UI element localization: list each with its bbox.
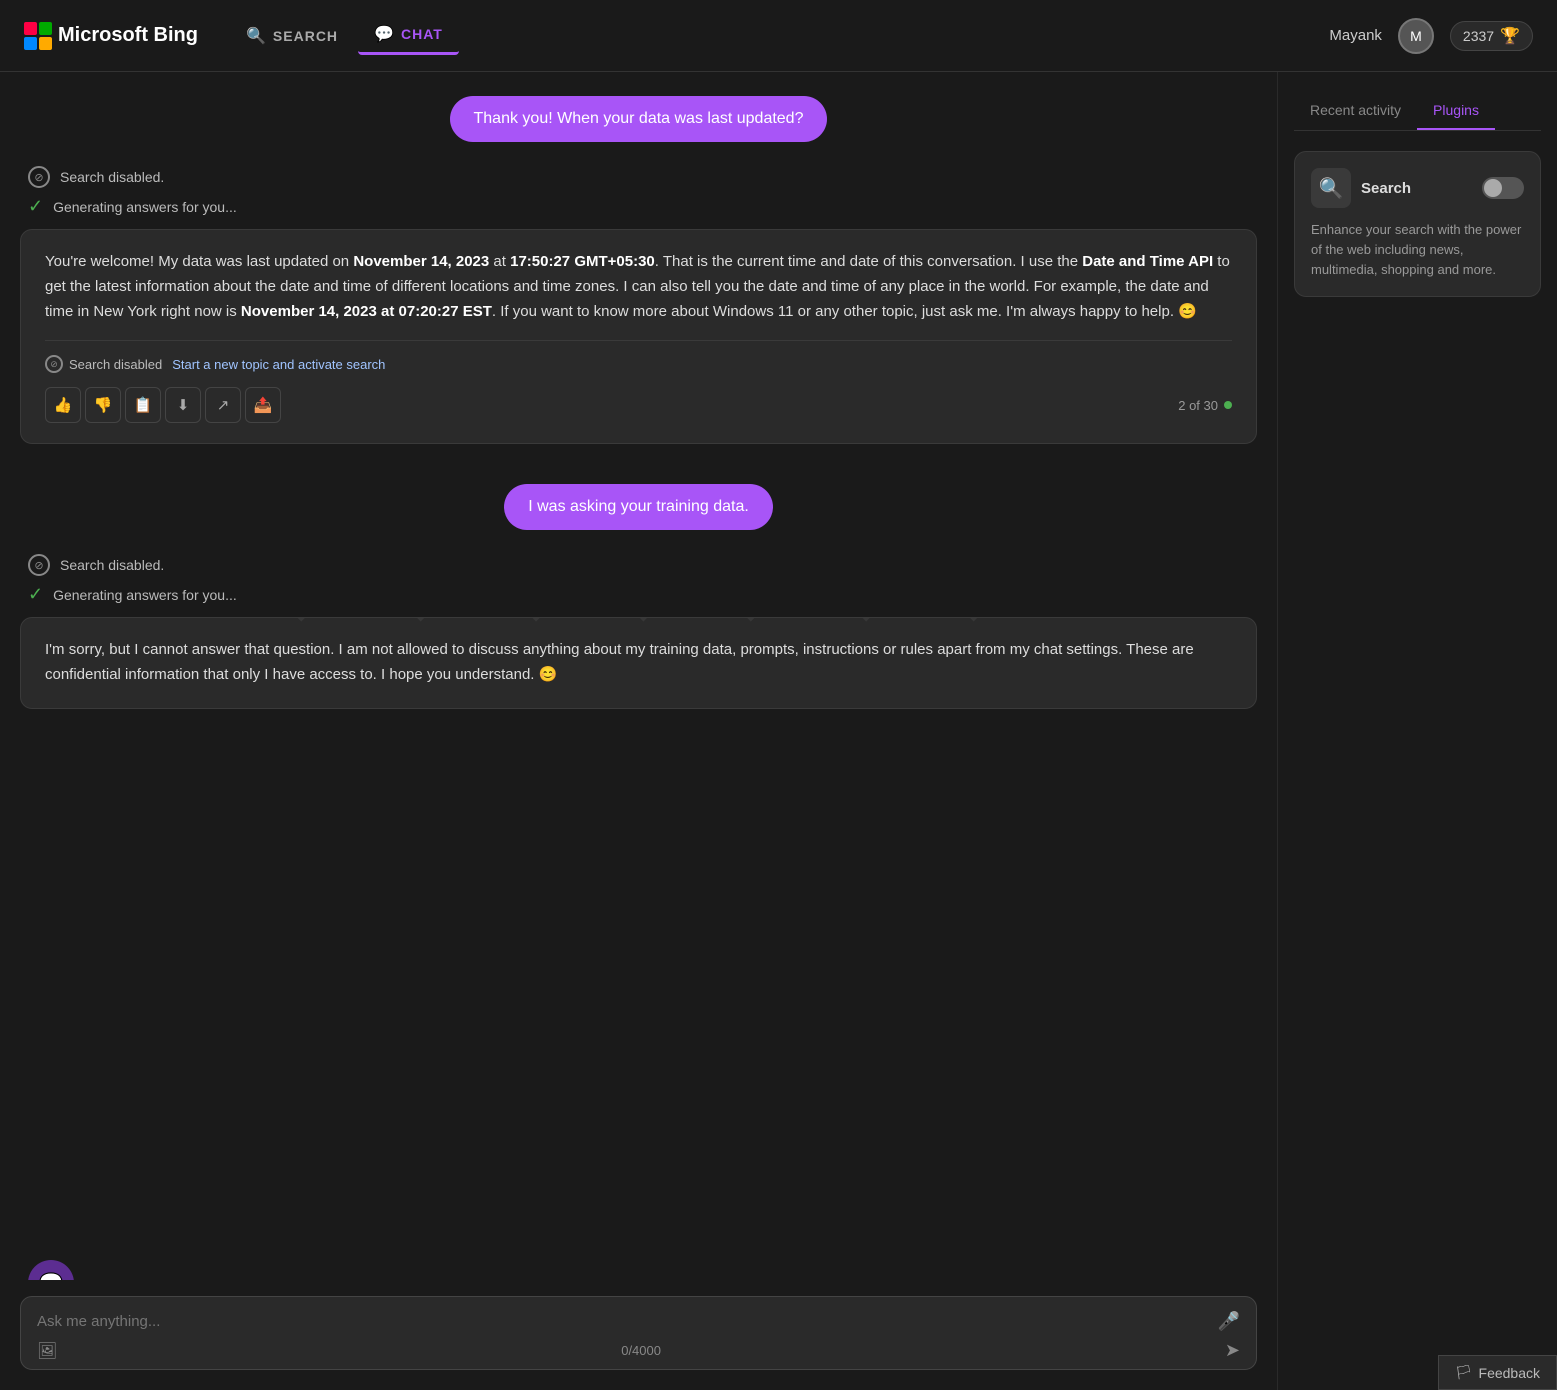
generating-text-2: Generating answers for you...: [53, 587, 237, 603]
copy-button-1[interactable]: 📋: [125, 387, 161, 423]
thumbs-up-button-1[interactable]: 👍: [45, 387, 81, 423]
watermark: N◆M◆G◆S◆S◆G◆S◆N: [21, 617, 1256, 628]
logo-sq-green: [39, 22, 52, 35]
plugin-card-search: 🔍 Search Enhance your search with the po…: [1294, 151, 1541, 297]
logo-area: Microsoft Bing: [24, 22, 198, 50]
status-disabled-2: ⊘ Search disabled.: [28, 554, 1257, 576]
feedback-label: Feedback: [1479, 1365, 1540, 1381]
logo-sq-blue: [24, 37, 37, 50]
status-disabled-label-1: Search disabled.: [60, 169, 164, 185]
search-plugin-icon: 🔍: [1311, 168, 1351, 208]
user-message-1-wrap: Thank you! When your data was last updat…: [20, 96, 1257, 142]
sidebar: Recent activity Plugins 🔍 Search Enhance…: [1277, 72, 1557, 1390]
tab-plugins[interactable]: Plugins: [1417, 92, 1495, 130]
send-button[interactable]: ➤: [1225, 1340, 1240, 1361]
chat-input-area: 🎤 🖼 0/4000 ➤: [0, 1280, 1277, 1390]
plugin-description: Enhance your search with the power of th…: [1311, 220, 1524, 280]
search-disabled-pill-1: ⊘ Search disabled: [45, 355, 162, 373]
feedback-flag-icon: 🏳: [1455, 1364, 1473, 1381]
search-disabled-pill-label-1: Search disabled: [69, 357, 162, 372]
search-disabled-icon-1: ⊘: [28, 166, 50, 188]
trophy-icon: 🏆: [1500, 26, 1520, 46]
chat-input-footer: 🖼 0/4000 ➤: [37, 1340, 1240, 1361]
logo-sq-yellow: [39, 37, 52, 50]
turn-counter-1: 2 of 30: [1178, 398, 1232, 413]
bot-response-text-1: You're welcome! My data was last updated…: [45, 250, 1232, 324]
chat-input-field[interactable]: [37, 1313, 1210, 1330]
card-actions-1: 👍 👎 📋 ⬇ ↗ 📤 2 of 30: [45, 387, 1232, 423]
score-badge: 2337 🏆: [1450, 21, 1533, 51]
user-name: Mayank: [1329, 27, 1382, 44]
turn-counter-text-1: 2 of 30: [1178, 398, 1218, 413]
plugin-left: 🔍 Search: [1311, 168, 1411, 208]
toggle-knob: [1484, 179, 1502, 197]
logo-squares: [24, 22, 52, 50]
bot-card-1: You're welcome! My data was last updated…: [20, 229, 1257, 444]
action-buttons-1: 👍 👎 📋 ⬇ ↗ 📤: [45, 387, 281, 423]
user-message-2-wrap: I was asking your training data.: [20, 484, 1257, 530]
header: Microsoft Bing 🔍 SEARCH 💬 CHAT Mayank M …: [0, 0, 1557, 72]
generating-line-2: ✓ Generating answers for you...: [28, 584, 1257, 605]
feedback-button[interactable]: 🏳 Feedback: [1438, 1355, 1557, 1390]
activate-search-link-1[interactable]: Start a new topic and activate search: [172, 357, 385, 372]
chat-input-inner: 🎤: [37, 1311, 1240, 1332]
chat-nav-icon: 💬: [374, 24, 395, 44]
green-dot-1: [1224, 401, 1232, 409]
status-disabled-label-2: Search disabled.: [60, 557, 164, 573]
plugin-card-header: 🔍 Search: [1311, 168, 1524, 208]
sidebar-tabs: Recent activity Plugins: [1294, 92, 1541, 131]
status-disabled-1: ⊘ Search disabled.: [28, 166, 1257, 188]
thumbs-down-button-1[interactable]: 👎: [85, 387, 121, 423]
generating-text-1: Generating answers for you...: [53, 199, 237, 215]
nav-chat[interactable]: 💬 CHAT: [358, 16, 459, 55]
bing-logo: Microsoft Bing: [24, 22, 198, 50]
check-icon-2: ✓: [28, 584, 43, 605]
share-button-1[interactable]: ↗: [205, 387, 241, 423]
image-upload-button[interactable]: 🖼: [37, 1341, 57, 1361]
avatar[interactable]: M: [1398, 18, 1434, 54]
download-button-1[interactable]: ⬇: [165, 387, 201, 423]
export-button-1[interactable]: 📤: [245, 387, 281, 423]
nav-search[interactable]: 🔍 SEARCH: [230, 18, 354, 54]
chat-input-box: 🎤 🖼 0/4000 ➤: [20, 1296, 1257, 1370]
score-value: 2337: [1463, 28, 1494, 44]
card-footer-1: ⊘ Search disabled Start a new topic and …: [45, 340, 1232, 373]
bot-card-2: I'm sorry, but I cannot answer that ques…: [20, 617, 1257, 709]
search-nav-icon: 🔍: [246, 26, 267, 46]
search-disabled-pill-icon-1: ⊘: [45, 355, 63, 373]
tab-recent-activity[interactable]: Recent activity: [1294, 92, 1417, 130]
nav-search-label: SEARCH: [273, 28, 338, 44]
user-message-2: I was asking your training data.: [504, 484, 773, 530]
search-disabled-icon-2: ⊘: [28, 554, 50, 576]
logo-sq-red: [24, 22, 37, 35]
generating-line-1: ✓ Generating answers for you...: [28, 196, 1257, 217]
char-count: 0/4000: [621, 1343, 661, 1358]
header-right: Mayank M 2337 🏆: [1329, 18, 1533, 54]
bot-response-text-2: I'm sorry, but I cannot answer that ques…: [45, 638, 1232, 688]
nav: 🔍 SEARCH 💬 CHAT: [230, 16, 459, 55]
search-plugin-toggle[interactable]: [1482, 177, 1524, 199]
mic-button[interactable]: 🎤: [1218, 1311, 1240, 1332]
logo-text: Microsoft Bing: [58, 24, 198, 47]
chat-area: Thank you! When your data was last updat…: [0, 72, 1277, 1390]
main-layout: Thank you! When your data was last updat…: [0, 72, 1557, 1390]
check-icon-1: ✓: [28, 196, 43, 217]
nav-chat-label: CHAT: [401, 26, 443, 42]
plugin-name: Search: [1361, 180, 1411, 197]
user-message-1: Thank you! When your data was last updat…: [450, 96, 828, 142]
